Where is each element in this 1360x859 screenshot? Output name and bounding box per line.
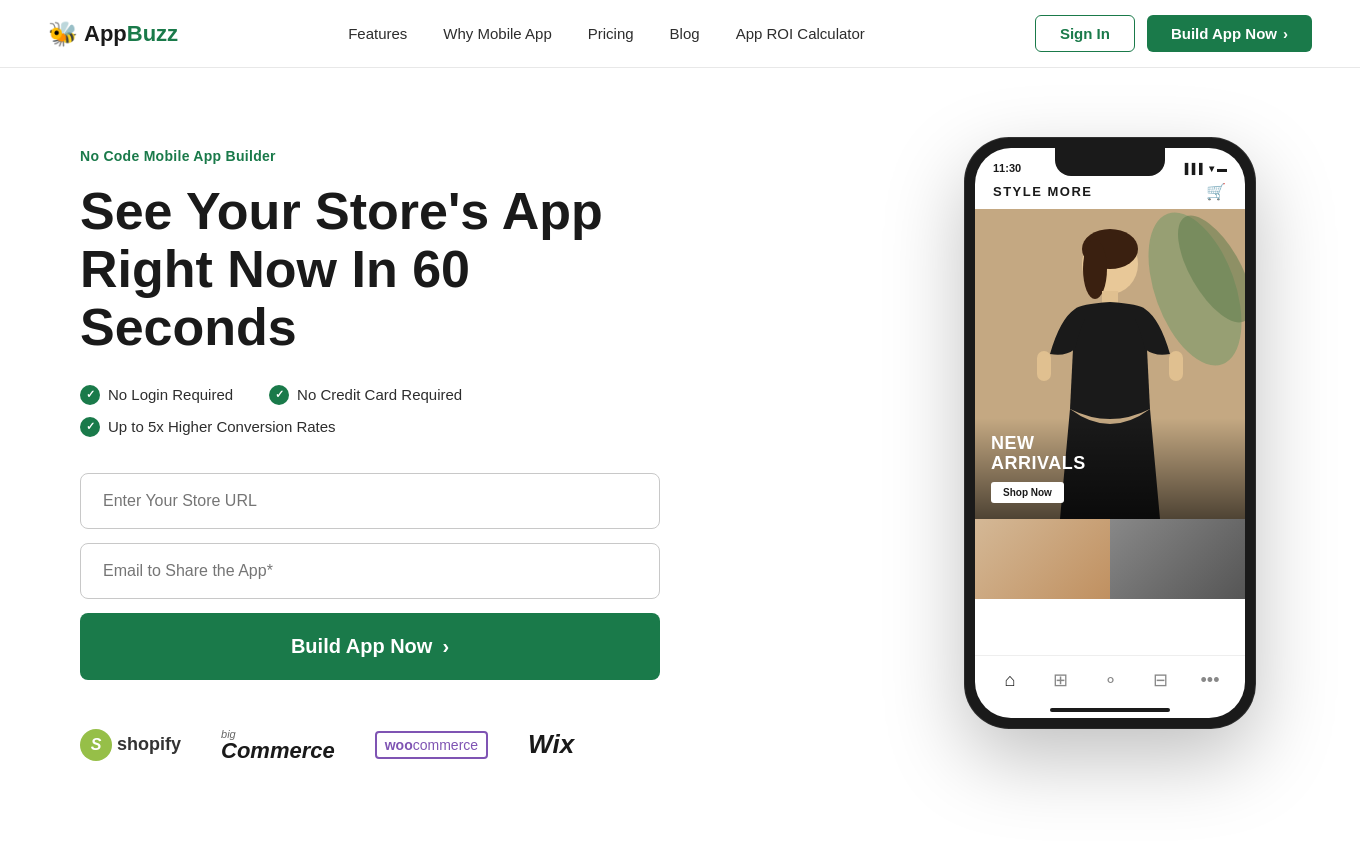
hero-tag: No Code Mobile App Builder (80, 148, 680, 164)
signin-button[interactable]: Sign In (1035, 15, 1135, 52)
grid-nav-icon[interactable]: ⊞ (1046, 666, 1074, 694)
arrow-icon: › (1283, 25, 1288, 42)
home-indicator (1050, 708, 1170, 712)
feature-no-credit: No Credit Card Required (269, 385, 462, 405)
nav-actions: Sign In Build App Now › (1035, 15, 1312, 52)
logo-bee-icon: 🐝 (48, 20, 78, 48)
phone-mockup-container: 11:30 ▌▌▌ ▾ ▬ STYLE MORE 🛒 (940, 128, 1280, 728)
navbar: 🐝 AppBuzz Features Why Mobile App Pricin… (0, 0, 1360, 68)
feature-row-1: No Login Required No Credit Card Require… (80, 385, 680, 405)
phone-outer: 11:30 ▌▌▌ ▾ ▬ STYLE MORE 🛒 (965, 138, 1255, 728)
phone-store-name: STYLE MORE (993, 184, 1093, 199)
arrow-icon: › (442, 635, 449, 658)
banner-title: NEW ARRIVALS (991, 434, 1229, 474)
battery-icon: ▬ (1217, 163, 1227, 174)
profile-nav-icon[interactable]: ⚬ (1096, 666, 1124, 694)
nav-why-mobile[interactable]: Why Mobile App (443, 25, 551, 42)
phone-thumbnails (975, 519, 1245, 655)
bigcommerce-logo: big Commerce (221, 728, 335, 762)
partner-logos: S shopify big Commerce woocommerce Wix (80, 728, 680, 762)
hero-section: No Code Mobile App Builder See Your Stor… (0, 68, 1360, 858)
phone-cart-icon: 🛒 (1206, 182, 1228, 201)
shop-now-button[interactable]: Shop Now (991, 482, 1064, 503)
build-app-main-button[interactable]: Build App Now › (80, 613, 660, 680)
phone-bottom-nav: ⌂ ⊞ ⚬ ⊟ ••• (975, 655, 1245, 708)
more-nav-icon[interactable]: ••• (1196, 666, 1224, 694)
home-nav-icon[interactable]: ⌂ (996, 666, 1024, 694)
thumbnail-1 (975, 519, 1110, 599)
shopify-text: shopify (117, 734, 181, 755)
svg-rect-8 (1169, 351, 1183, 381)
build-app-nav-button[interactable]: Build App Now › (1147, 15, 1312, 52)
phone-time: 11:30 (993, 162, 1021, 174)
store-url-input[interactable] (80, 473, 660, 529)
woocommerce-logo: woocommerce (375, 731, 488, 759)
thumbnail-2 (1110, 519, 1245, 599)
phone-app-header: STYLE MORE 🛒 (975, 178, 1245, 209)
email-input[interactable] (80, 543, 660, 599)
nav-blog[interactable]: Blog (670, 25, 700, 42)
logo-link[interactable]: 🐝 AppBuzz (48, 20, 178, 48)
check-icon (80, 417, 100, 437)
phone-banner: NEW ARRIVALS Shop Now (975, 209, 1245, 519)
feature-conversion: Up to 5x Higher Conversion Rates (80, 417, 336, 437)
hero-form: Build App Now › (80, 473, 680, 680)
svg-rect-7 (1037, 351, 1051, 381)
check-icon (80, 385, 100, 405)
status-icons: ▌▌▌ ▾ ▬ (1185, 163, 1227, 174)
logo-text: AppBuzz (84, 21, 178, 47)
check-icon (269, 385, 289, 405)
hero-features: No Login Required No Credit Card Require… (80, 385, 680, 437)
hero-title: See Your Store's App Right Now In 60 Sec… (80, 182, 680, 357)
hero-left: No Code Mobile App Builder See Your Stor… (80, 128, 680, 762)
banner-overlay: NEW ARRIVALS Shop Now (975, 418, 1245, 519)
phone-notch (1055, 148, 1165, 176)
wix-logo: Wix (528, 729, 574, 760)
feature-no-login: No Login Required (80, 385, 233, 405)
nav-links: Features Why Mobile App Pricing Blog App… (348, 25, 865, 42)
shopify-s-icon: S (80, 729, 112, 761)
nav-roi[interactable]: App ROI Calculator (736, 25, 865, 42)
shopify-logo: S shopify (80, 729, 181, 761)
nav-pricing[interactable]: Pricing (588, 25, 634, 42)
cart-nav-icon[interactable]: ⊟ (1146, 666, 1174, 694)
feature-row-2: Up to 5x Higher Conversion Rates (80, 417, 680, 437)
signal-icon: ▌▌▌ (1185, 163, 1206, 174)
nav-features[interactable]: Features (348, 25, 407, 42)
phone-inner: 11:30 ▌▌▌ ▾ ▬ STYLE MORE 🛒 (975, 148, 1245, 718)
wifi-icon: ▾ (1209, 163, 1214, 174)
svg-point-5 (1083, 239, 1107, 299)
